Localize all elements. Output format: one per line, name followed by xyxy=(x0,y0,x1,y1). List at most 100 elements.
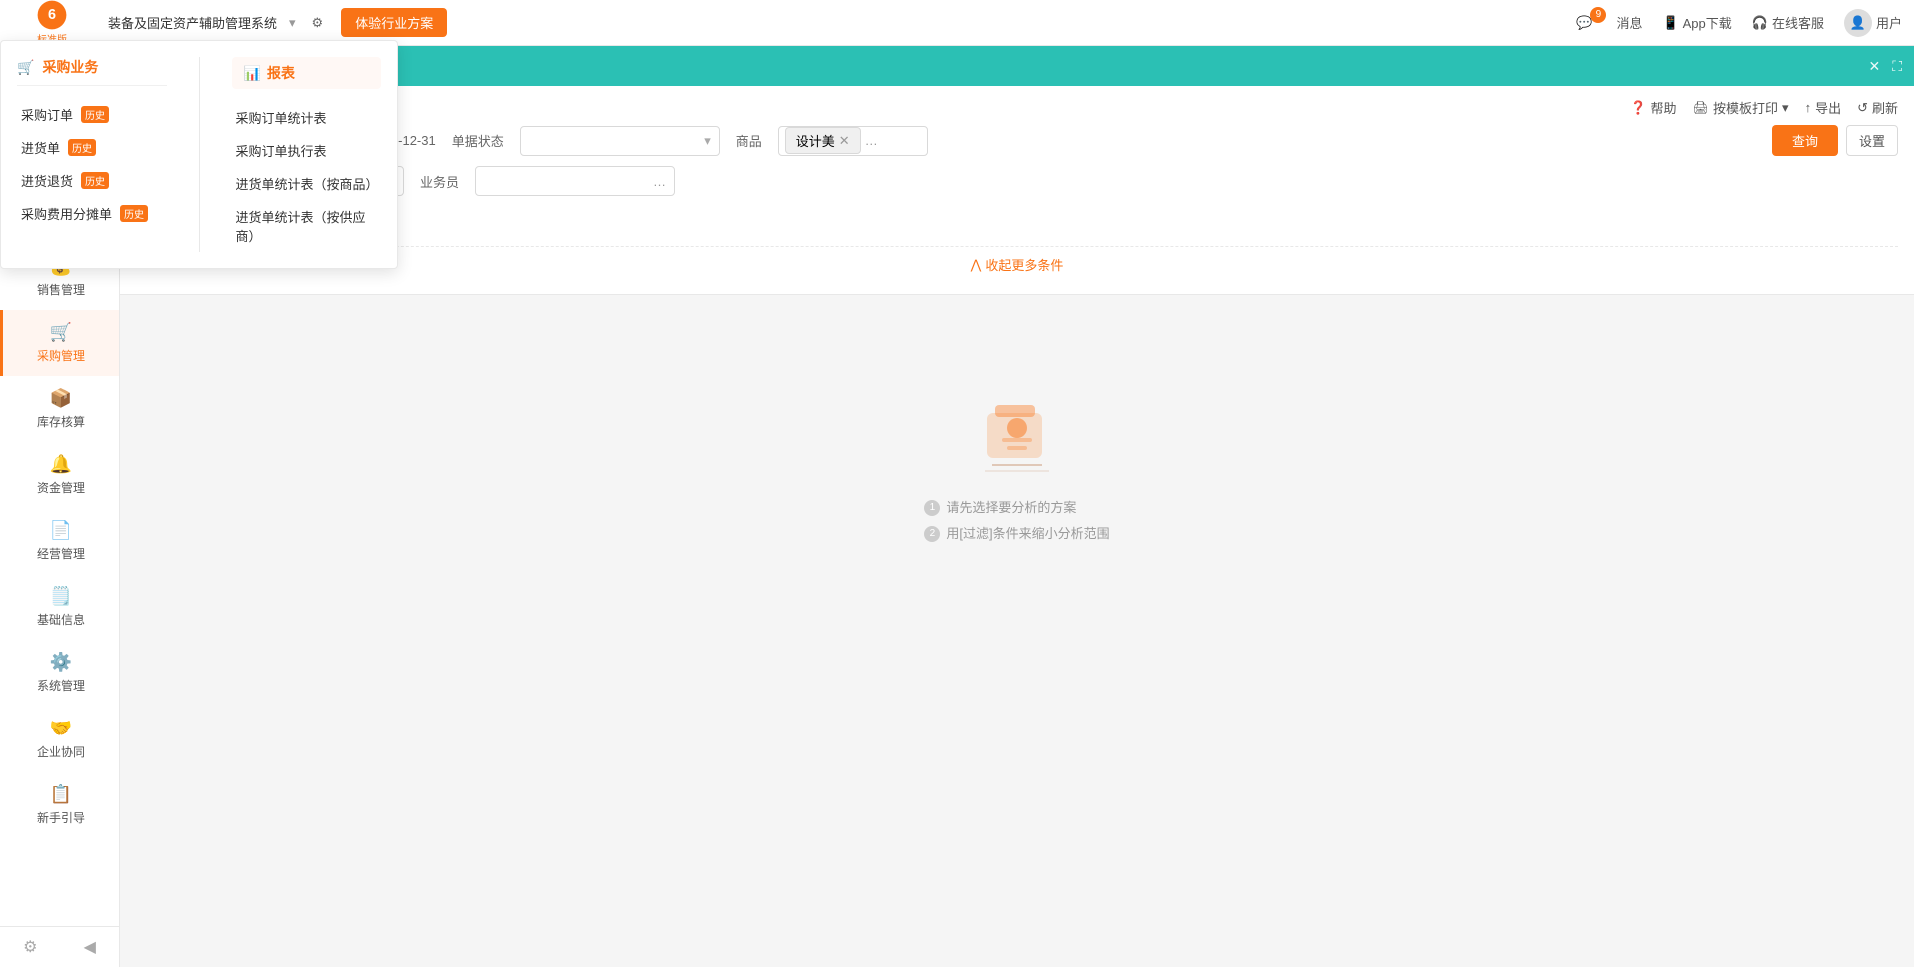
salesperson-ellipsis[interactable]: … xyxy=(653,174,666,189)
app-download-item[interactable]: 📱 App下载 xyxy=(1662,13,1731,32)
product-tag-close[interactable]: ✕ xyxy=(839,133,850,149)
action-btns: 查询 设置 xyxy=(1772,125,1898,156)
content-area: 首页 销售排行榜 ✕ ✕ ⛶ ❓ 帮助 xyxy=(120,46,1914,967)
menu-divider xyxy=(199,57,200,252)
sidebar-collapse-icon[interactable]: ◀ xyxy=(84,937,96,957)
system-dropdown-arrow[interactable]: ▾ xyxy=(289,15,296,31)
print-button[interactable]: 🖨 按模板打印 ▾ xyxy=(1693,98,1789,117)
export-label: 导出 xyxy=(1815,98,1841,117)
sidebar-item-sales-label: 销售管理 xyxy=(37,281,85,298)
sidebar-item-basic-info[interactable]: 🗒️ 基础信息 xyxy=(0,574,119,640)
sidebar-item-finance-label: 资金管理 xyxy=(37,479,85,496)
phone-icon: 📱 xyxy=(1662,15,1678,31)
inbound-stat-supplier-item[interactable]: 进货单统计表（按供应商） xyxy=(232,200,382,252)
purchase-dropdown-menu: 🛒 采购业务 采购订单 历史 进货单 历史 进货退货 历史 采购费用分摊单 xyxy=(120,46,398,269)
purchase-order-exec-item[interactable]: 采购订单执行表 xyxy=(232,134,382,167)
inbound-stat-supplier-label: 进货单统计表（按供应商） xyxy=(236,207,378,245)
product-tag-text: 设计美 xyxy=(796,131,835,150)
purchase-business-header: 🛒 采购业务 xyxy=(120,57,167,86)
settings-icon[interactable]: ⚙ xyxy=(312,15,324,31)
print-dropdown-arrow: ▾ xyxy=(1782,100,1789,116)
operations-icon: 📄 xyxy=(50,520,72,541)
tab-bar-right: ✕ ⛶ xyxy=(1868,58,1902,75)
salesperson-input[interactable]: … xyxy=(475,166,675,196)
sidebar-item-purchase-label: 采购管理 xyxy=(37,347,85,364)
sidebar-item-operations-label: 经营管理 xyxy=(37,545,85,562)
system-icon: ⚙️ xyxy=(50,652,72,673)
enterprise-icon: 🤝 xyxy=(50,718,72,739)
document-status-input[interactable]: ▾ xyxy=(520,126,720,156)
sidebar-bottom: ⚙ ◀ xyxy=(0,926,119,967)
product-ellipsis[interactable]: … xyxy=(865,133,878,148)
help-label: 帮助 xyxy=(1650,98,1676,117)
product-input[interactable]: 设计美 ✕ … xyxy=(778,126,928,156)
inbound-return-item[interactable]: 进货退货 历史 xyxy=(120,164,167,197)
document-status-dropdown: ▾ xyxy=(704,133,711,149)
system-name: 装备及固定资产辅助管理系统 xyxy=(108,13,277,32)
refresh-label: 刷新 xyxy=(1872,98,1898,117)
sidebar-item-inventory-label: 库存核算 xyxy=(37,413,85,430)
help-icon: ❓ xyxy=(1630,100,1646,116)
trial-button[interactable]: 体验行业方案 xyxy=(341,8,447,37)
sidebar-item-enterprise[interactable]: 🤝 企业协同 xyxy=(0,706,119,772)
purchase-expense-badge: 历史 xyxy=(120,205,148,222)
inbound-stat-product-item[interactable]: 进货单统计表（按商品） xyxy=(232,167,382,200)
filter-row-1: 日期 最近7天 更多 自定义 - 2024-12-31 单据状态 ▾ 商品 xyxy=(136,125,1898,156)
purchase-report-icon: 📊 xyxy=(244,65,261,82)
filter-row-3: 客户 … xyxy=(136,206,1898,236)
refresh-button[interactable]: ↺ 刷新 xyxy=(1857,98,1898,117)
sidebar-item-guide[interactable]: 📋 新手引导 xyxy=(0,772,119,838)
purchase-order-stat-label: 采购订单统计表 xyxy=(236,108,327,127)
help-button[interactable]: ❓ 帮助 xyxy=(1630,98,1676,117)
query-button[interactable]: 查询 xyxy=(1772,125,1838,156)
collapse-arrow-icon: ⋀ xyxy=(971,257,982,273)
filter-settings-button[interactable]: 设置 xyxy=(1846,125,1898,156)
collapse-button[interactable]: ⋀ 收起更多条件 xyxy=(136,246,1898,282)
message-label: 消息 xyxy=(1616,13,1642,32)
purchase-business-col: 🛒 采购业务 采购订单 历史 进货单 历史 进货退货 历史 采购费用分摊单 xyxy=(120,57,167,252)
toolbar-row: ❓ 帮助 🖨 按模板打印 ▾ ↑ 导出 ↺ 刷新 xyxy=(136,98,1898,117)
online-service-item[interactable]: 🎧 在线客服 xyxy=(1752,13,1824,32)
purchase-report-col: 📊 报表 采购订单统计表 采购订单执行表 进货单统计表（按商品） 进货单统计表（… xyxy=(232,57,382,252)
main-layout: 🔍 搜索菜单 🏠 快捷导航 📢 营销推广 💰 销售管理 🛒 采购管理 📦 库存核… xyxy=(0,46,1914,967)
online-service-label: 在线客服 xyxy=(1772,13,1824,32)
sidebar-item-basic-info-label: 基础信息 xyxy=(37,611,85,628)
export-icon: ↑ xyxy=(1805,100,1812,115)
inbound-order-item[interactable]: 进货单 历史 xyxy=(120,131,167,164)
purchase-expense-item[interactable]: 采购费用分摊单 历史 xyxy=(120,197,167,230)
empty-tip-1: 1 请先选择要分析的方案 xyxy=(924,495,1109,521)
sidebar-item-finance[interactable]: 🔔 资金管理 xyxy=(0,442,119,508)
message-item[interactable]: 💬 9 消息 xyxy=(1576,13,1642,32)
sidebar-item-operations[interactable]: 📄 经营管理 xyxy=(0,508,119,574)
empty-illustration xyxy=(967,383,1067,483)
logo-icon: 6 xyxy=(36,0,68,31)
empty-tip-2: 2 用[过滤]条件来缩小分析范围 xyxy=(924,521,1109,547)
purchase-icon: 🛒 xyxy=(50,322,72,343)
document-status-label: 单据状态 xyxy=(452,131,504,150)
product-label: 商品 xyxy=(736,131,762,150)
salesperson-label: 业务员 xyxy=(420,172,459,191)
collapse-label: 收起更多条件 xyxy=(985,255,1063,274)
tab-fullscreen-icon[interactable]: ⛶ xyxy=(1892,58,1902,75)
sidebar-item-purchase[interactable]: 🛒 采购管理 xyxy=(0,310,119,376)
empty-state: 1 请先选择要分析的方案 2 用[过滤]条件来缩小分析范围 xyxy=(120,303,1914,627)
sidebar-settings-icon[interactable]: ⚙ xyxy=(23,937,37,957)
tab-window-close-icon[interactable]: ✕ xyxy=(1868,58,1880,75)
print-icon: 🖨 xyxy=(1693,100,1710,116)
sidebar-item-inventory[interactable]: 📦 库存核算 xyxy=(0,376,119,442)
purchase-report-header: 📊 报表 xyxy=(232,57,382,89)
finance-icon: 🔔 xyxy=(50,454,72,475)
top-bar-right: 💬 9 消息 📱 App下载 🎧 在线客服 👤 用户 xyxy=(1576,9,1902,37)
export-button[interactable]: ↑ 导出 xyxy=(1805,98,1842,117)
purchase-order-stat-item[interactable]: 采购订单统计表 xyxy=(232,101,382,134)
guide-icon: 📋 xyxy=(50,784,72,805)
purchase-order-item[interactable]: 采购订单 历史 xyxy=(120,98,167,131)
headset-icon: 🎧 xyxy=(1752,15,1768,31)
sidebar-item-system[interactable]: ⚙️ 系统管理 xyxy=(0,640,119,706)
purchase-report-label: 报表 xyxy=(267,63,295,83)
purchase-order-exec-label: 采购订单执行表 xyxy=(236,141,327,160)
inbound-stat-product-label: 进货单统计表（按商品） xyxy=(236,174,378,193)
sidebar-item-enterprise-label: 企业协同 xyxy=(37,743,85,760)
user-item[interactable]: 👤 用户 xyxy=(1844,9,1902,37)
basic-info-icon: 🗒️ xyxy=(50,586,72,607)
